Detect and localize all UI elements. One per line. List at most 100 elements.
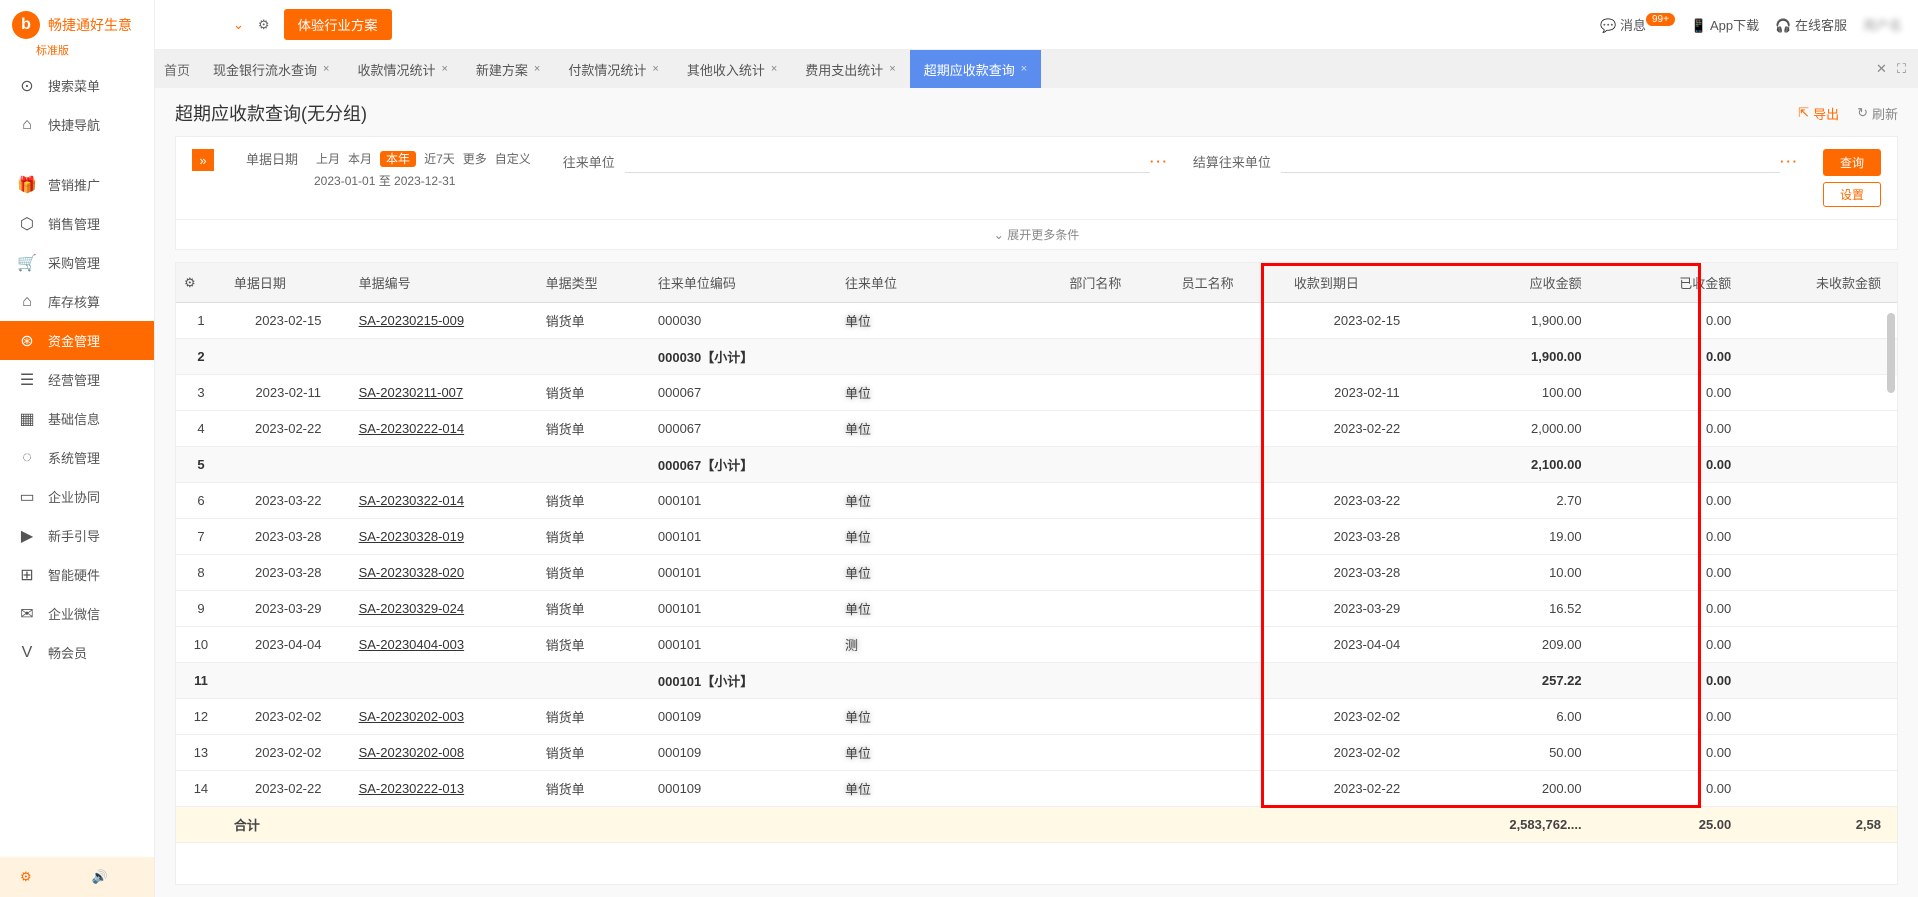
table-row[interactable]: 3 2023-02-11 SA-20230211-007 销货单000067 单…: [176, 375, 1897, 411]
expand-filters-link[interactable]: ⌄ 展开更多条件: [175, 220, 1898, 250]
doc-code-link[interactable]: SA-20230215-009: [359, 313, 465, 328]
close-tab-icon[interactable]: ×: [771, 63, 777, 75]
date-preset-0[interactable]: 上月: [316, 152, 340, 166]
topbar: ⌄ ⚙ 体验行业方案 💬 消息99+ 📱 App下载 🎧 在线客服 用户名: [155, 0, 1918, 50]
sidebar-item-1[interactable]: ⌂快捷导航: [0, 105, 154, 144]
sidebar-footer: ⚙ 🔊: [0, 857, 154, 897]
date-preset-3[interactable]: 近7天: [424, 152, 455, 166]
doc-code-link[interactable]: SA-20230211-007: [359, 385, 464, 400]
table-row[interactable]: 10 2023-04-04 SA-20230404-003 销货单000101 …: [176, 627, 1897, 663]
org-name[interactable]: [171, 15, 223, 34]
doc-code-link[interactable]: SA-20230328-019: [359, 529, 465, 544]
tab-home[interactable]: 首页: [155, 50, 199, 88]
user-avatar[interactable]: 用户名: [1863, 15, 1902, 34]
sidebar-item-7[interactable]: ☰经营管理: [0, 360, 154, 399]
tab-3[interactable]: 付款情况统计×: [554, 50, 672, 88]
sound-icon[interactable]: 🔊: [92, 869, 108, 885]
table-scrollbar[interactable]: [1887, 313, 1895, 393]
date-preset-2[interactable]: 本年: [380, 151, 416, 167]
table-row[interactable]: 2 000030【小计】 1,900.000.00: [176, 339, 1897, 375]
doc-code-link[interactable]: SA-20230202-008: [359, 745, 465, 760]
sidebar-item-10[interactable]: ▭企业协同: [0, 477, 154, 516]
th-unit: 往来单位: [837, 263, 1061, 303]
close-tab-icon[interactable]: ×: [889, 63, 895, 75]
nav-label: 新手引导: [48, 526, 100, 545]
sidebar-item-5[interactable]: ⌂库存核算: [0, 282, 154, 321]
customer-service-link[interactable]: 🎧 在线客服: [1775, 15, 1847, 34]
sidebar-item-3[interactable]: ⬡销售管理: [0, 204, 154, 243]
doc-code-link[interactable]: SA-20230404-003: [359, 637, 465, 652]
table-row[interactable]: 7 2023-03-28 SA-20230328-019 销货单000101 单…: [176, 519, 1897, 555]
unit-more-icon[interactable]: ···: [1150, 154, 1169, 169]
doc-code-link[interactable]: SA-20230328-020: [359, 565, 465, 580]
close-tab-icon[interactable]: ×: [1021, 63, 1027, 75]
table-row[interactable]: 5 000067【小计】 2,100.000.00: [176, 447, 1897, 483]
org-chevron-icon[interactable]: ⌄: [233, 17, 244, 33]
sidebar-item-9[interactable]: ◌系统管理: [0, 438, 154, 477]
table-row[interactable]: 4 2023-02-22 SA-20230222-014 销货单000067 单…: [176, 411, 1897, 447]
close-tab-icon[interactable]: ×: [323, 63, 329, 75]
nav-icon: ◌: [18, 449, 36, 467]
unit-filter-input[interactable]: [625, 149, 1150, 173]
close-tab-icon[interactable]: ×: [441, 63, 447, 75]
table-row[interactable]: 1 2023-02-15 SA-20230215-009 销货单000030 单…: [176, 303, 1897, 339]
date-range-display[interactable]: 2023-01-01 至 2023-12-31: [314, 172, 539, 189]
nav-icon: V: [18, 644, 36, 662]
table-row[interactable]: 11 000101【小计】 257.220.00: [176, 663, 1897, 699]
sidebar-item-4[interactable]: 🛒采购管理: [0, 243, 154, 282]
close-tab-icon[interactable]: ×: [652, 63, 658, 75]
sidebar-item-13[interactable]: ✉企业微信: [0, 594, 154, 633]
sidebar-item-2[interactable]: 🎁营销推广: [0, 165, 154, 204]
table-row[interactable]: 12 2023-02-02 SA-20230202-003 销货单000109 …: [176, 699, 1897, 735]
table-row[interactable]: 13 2023-02-02 SA-20230202-008 销货单000109 …: [176, 735, 1897, 771]
date-preset-1[interactable]: 本月: [348, 152, 372, 166]
filter-settings-button[interactable]: 设置: [1823, 182, 1881, 207]
settings-gear-icon[interactable]: ⚙: [20, 869, 32, 885]
nav-icon: ⊛: [18, 332, 36, 350]
sidebar-item-14[interactable]: V畅会员: [0, 633, 154, 672]
doc-code-link[interactable]: SA-20230202-003: [359, 709, 465, 724]
doc-code-link[interactable]: SA-20230222-014: [359, 421, 465, 436]
table-row[interactable]: 9 2023-03-29 SA-20230329-024 销货单000101 单…: [176, 591, 1897, 627]
page-header: 超期应收款查询(无分组) ⇱ 导出 ↻ 刷新: [175, 100, 1898, 136]
sidebar-item-0[interactable]: ⊙搜索菜单: [0, 66, 154, 105]
nav-label: 销售管理: [48, 214, 100, 233]
doc-code-link[interactable]: SA-20230329-024: [359, 601, 465, 616]
message-link[interactable]: 💬 消息99+: [1600, 15, 1675, 34]
sidebar-item-8[interactable]: ▦基础信息: [0, 399, 154, 438]
close-all-tabs-icon[interactable]: ✕: [1876, 61, 1887, 77]
settle-unit-filter-input[interactable]: [1281, 149, 1780, 173]
tab-4[interactable]: 其他收入统计×: [673, 50, 791, 88]
doc-code-link[interactable]: SA-20230322-014: [359, 493, 465, 508]
fullscreen-icon[interactable]: ⛶: [1897, 61, 1906, 77]
table-row[interactable]: 14 2023-02-22 SA-20230222-013 销货单000109 …: [176, 771, 1897, 807]
topbar-gear-icon[interactable]: ⚙: [258, 17, 270, 33]
nav-label: 经营管理: [48, 370, 100, 389]
export-link[interactable]: ⇱ 导出: [1798, 104, 1839, 123]
collapse-filter-icon[interactable]: »: [192, 149, 214, 171]
table-row[interactable]: 8 2023-03-28 SA-20230328-020 销货单000101 单…: [176, 555, 1897, 591]
sidebar-item-11[interactable]: ▶新手引导: [0, 516, 154, 555]
nav-label: 营销推广: [48, 175, 100, 194]
nav-label: 企业微信: [48, 604, 100, 623]
tab-5[interactable]: 费用支出统计×: [791, 50, 909, 88]
tab-6[interactable]: 超期应收款查询×: [910, 50, 1041, 88]
sidebar-item-6[interactable]: ⊛资金管理: [0, 321, 154, 360]
settle-unit-more-icon[interactable]: ···: [1780, 154, 1799, 169]
date-filter-label: 单据日期: [246, 149, 298, 168]
search-button[interactable]: 查询: [1823, 149, 1881, 176]
date-preset-5[interactable]: 自定义: [495, 152, 531, 166]
tab-0[interactable]: 现金银行流水查询×: [199, 50, 343, 88]
app-download-link[interactable]: 📱 App下载: [1691, 15, 1759, 34]
tab-2[interactable]: 新建方案×: [462, 50, 554, 88]
table-row[interactable]: 6 2023-03-22 SA-20230322-014 销货单000101 单…: [176, 483, 1897, 519]
th-due: 收款到期日: [1286, 263, 1448, 303]
refresh-link[interactable]: ↻ 刷新: [1857, 104, 1898, 123]
doc-code-link[interactable]: SA-20230222-013: [359, 781, 465, 796]
trial-button[interactable]: 体验行业方案: [284, 9, 392, 40]
tab-1[interactable]: 收款情况统计×: [343, 50, 461, 88]
close-tab-icon[interactable]: ×: [534, 63, 540, 75]
date-preset-4[interactable]: 更多: [463, 152, 487, 166]
col-gear-icon[interactable]: ⚙: [176, 263, 226, 303]
sidebar-item-12[interactable]: ⊞智能硬件: [0, 555, 154, 594]
